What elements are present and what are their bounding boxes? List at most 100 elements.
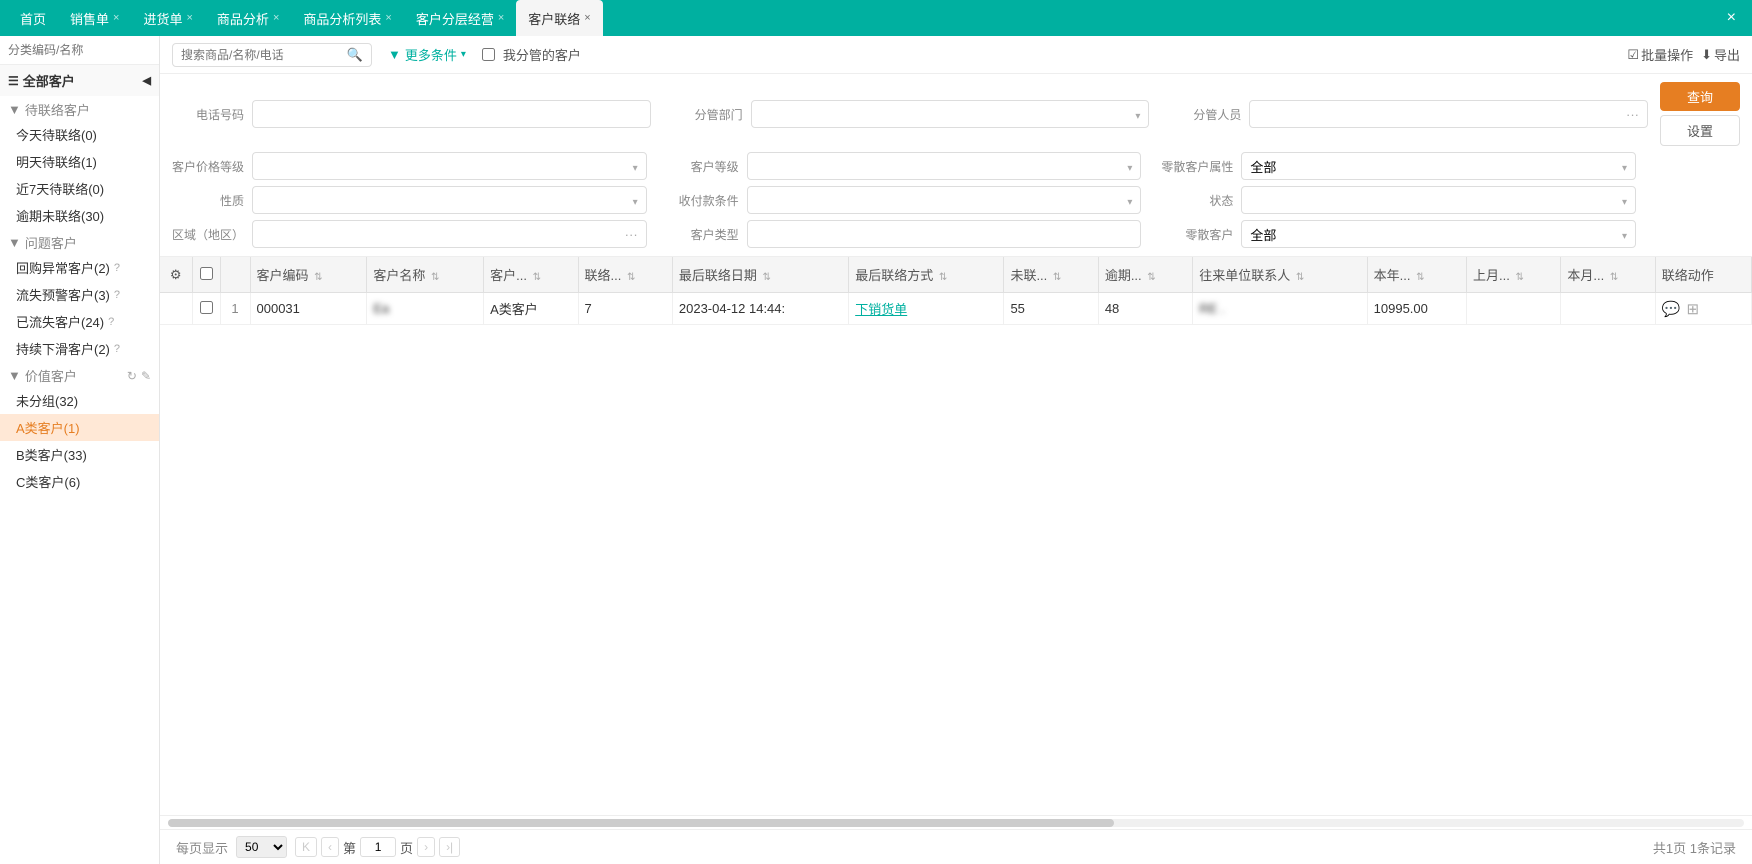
col-no-contact[interactable]: 未联... ⇅ [1004,257,1098,293]
chevron-down-icon [1135,107,1140,122]
col-checkbox[interactable] [192,257,220,293]
row-no-contact: 55 [1004,293,1098,325]
horizontal-scrollbar[interactable] [160,815,1752,829]
filter-select-nature[interactable] [252,186,647,214]
adv-filter-row-3: 性质 收付款条件 状态 [172,186,1740,214]
sidebar-item-churn-warning[interactable]: 流失预警客户(3) ? [0,281,159,308]
filter-field-phone: 电话号码 [172,100,651,128]
close-icon[interactable]: × [584,12,590,24]
refresh-icon[interactable]: ↻ [127,369,137,383]
sidebar-item-abnormal[interactable]: 回购异常客户(2) ? [0,254,159,281]
row-overdue: 48 [1098,293,1192,325]
search-input[interactable] [181,48,343,62]
nav-item-analysis-list[interactable]: 商品分析列表 × [291,0,403,36]
filter-select-price-grade[interactable] [252,152,647,180]
sidebar-group-label-value[interactable]: ▼ 价值客户 ↻ ✎ [0,362,159,387]
col-overdue[interactable]: 逾期... ⇅ [1098,257,1192,293]
col-unit-contact[interactable]: 往来单位联系人 ⇅ [1193,257,1367,293]
sidebar-item-a-class[interactable]: A类客户(1) [0,414,159,441]
page-input[interactable] [360,837,396,857]
my-customers-checkbox[interactable]: 我分管的客户 [482,45,581,64]
filter-label-dept: 分管部门 [671,106,751,123]
export-btn[interactable]: ⬇ 导出 [1701,45,1740,64]
nav-item-purchase[interactable]: 进货单 × [131,0,204,36]
prev-page-btn[interactable]: ‹ [321,837,339,857]
col-this-year[interactable]: 本年... ⇅ [1367,257,1466,293]
col-index [220,257,250,293]
row-type: A类客户 [484,293,578,325]
query-button[interactable]: 查询 [1660,82,1740,111]
filter-select-dept[interactable] [751,100,1150,128]
sidebar-item-c-class[interactable]: C类客户(6) [0,468,159,495]
chevron-down-icon [1127,193,1132,208]
nav-item-customer-segment[interactable]: 客户分层经营 × [404,0,516,36]
chevron-down-icon [633,193,638,208]
search-icon[interactable]: 🔍 [347,47,363,63]
filter-input-person[interactable]: ··· [1249,100,1648,128]
filter-label-person: 分管人员 [1169,106,1249,123]
filter-field-dept: 分管部门 [671,100,1150,128]
col-last-contact-method[interactable]: 最后联络方式 ⇅ [849,257,1004,293]
filter-input-type[interactable] [747,220,1142,248]
close-icon[interactable]: × [498,12,504,24]
row-checkbox[interactable] [192,293,220,325]
edit-icon[interactable]: ✎ [141,369,151,383]
filter-field-payment: 收付款条件 [667,186,1142,214]
filter-label-phone: 电话号码 [172,106,252,123]
next-page-btn[interactable]: › [417,837,435,857]
filter-label-payment: 收付款条件 [667,192,747,209]
sidebar-item-7days[interactable]: 近7天待联络(0) [0,175,159,202]
filter-select-payment[interactable] [747,186,1142,214]
more-filters-btn[interactable]: ▼ 更多条件 ▾ [380,42,474,67]
nav-item-home[interactable]: 首页 [8,0,58,36]
nav-item-customer-contact[interactable]: 客户联络 × [516,0,602,36]
col-last-month[interactable]: 上月... ⇅ [1467,257,1561,293]
filter-input-phone[interactable] [252,100,651,128]
last-page-btn[interactable]: ›| [439,837,460,857]
col-this-month[interactable]: 本月... ⇅ [1561,257,1655,293]
row-last-contact-method[interactable]: 下销货单 [849,293,1004,325]
sidebar-item-today[interactable]: 今天待联络(0) [0,121,159,148]
sidebar-item-declining[interactable]: 持续下滑客户(2) ? [0,335,159,362]
ellipsis-icon: ··· [625,227,638,242]
nav-item-sales[interactable]: 销售单 × [58,0,131,36]
sidebar-group-problem: ▼ 问题客户 回购异常客户(2) ? 流失预警客户(3) ? 已流失客户(24)… [0,229,159,362]
nav-item-analysis[interactable]: 商品分析 × [205,0,291,36]
col-gear[interactable]: ⚙ [160,257,192,293]
window-close-button[interactable]: × [1719,9,1744,27]
sidebar-item-overdue[interactable]: 逾期未联络(30) [0,202,159,229]
close-icon[interactable]: × [273,12,279,24]
filter-select-status[interactable] [1241,186,1636,214]
col-type[interactable]: 客户... ⇅ [484,257,578,293]
setting-button[interactable]: 设置 [1660,115,1740,146]
sidebar-group-label-problem[interactable]: ▼ 问题客户 [0,229,159,254]
col-contact[interactable]: 联络... ⇅ [578,257,672,293]
filter-select-retail[interactable]: 全部 [1241,220,1636,248]
close-icon[interactable]: × [186,12,192,24]
col-last-contact-date[interactable]: 最后联络日期 ⇅ [672,257,848,293]
sidebar-item-ungrouped[interactable]: 未分组(32) [0,387,159,414]
sidebar-all-customers[interactable]: ☰ 全部客户 ◀ [0,65,159,96]
sidebar-search-input[interactable] [8,43,160,57]
row-code: 000031 [250,293,367,325]
col-code[interactable]: 客户编码 ⇅ [250,257,367,293]
sidebar-group-label-pending[interactable]: ▼ 待联络客户 [0,96,159,121]
first-page-btn[interactable]: K [295,837,317,857]
filter-input-region[interactable]: ··· [252,220,647,248]
sidebar-item-tomorrow[interactable]: 明天待联络(1) [0,148,159,175]
chat-icon[interactable]: 💬 [1662,300,1681,318]
page-nav: K ‹ 第 页 › ›| [295,837,460,857]
col-name[interactable]: 客户名称 ⇅ [367,257,484,293]
qr-icon[interactable]: ⊞ [1686,300,1699,318]
close-icon[interactable]: × [385,12,391,24]
chevron-down-icon [1127,159,1132,174]
filter-label-region: 区域（地区） [172,226,252,243]
sidebar-item-b-class[interactable]: B类客户(33) [0,441,159,468]
filter-select-retail-attr[interactable]: 全部 [1241,152,1636,180]
per-page-select[interactable]: 50 100 200 [236,836,287,858]
filter-select-grade[interactable] [747,152,1142,180]
batch-op-btn[interactable]: ☑ 批量操作 [1627,45,1693,64]
sidebar-item-churned[interactable]: 已流失客户(24) ? [0,308,159,335]
filter-label-grade: 客户等级 [667,158,747,175]
close-icon[interactable]: × [113,12,119,24]
